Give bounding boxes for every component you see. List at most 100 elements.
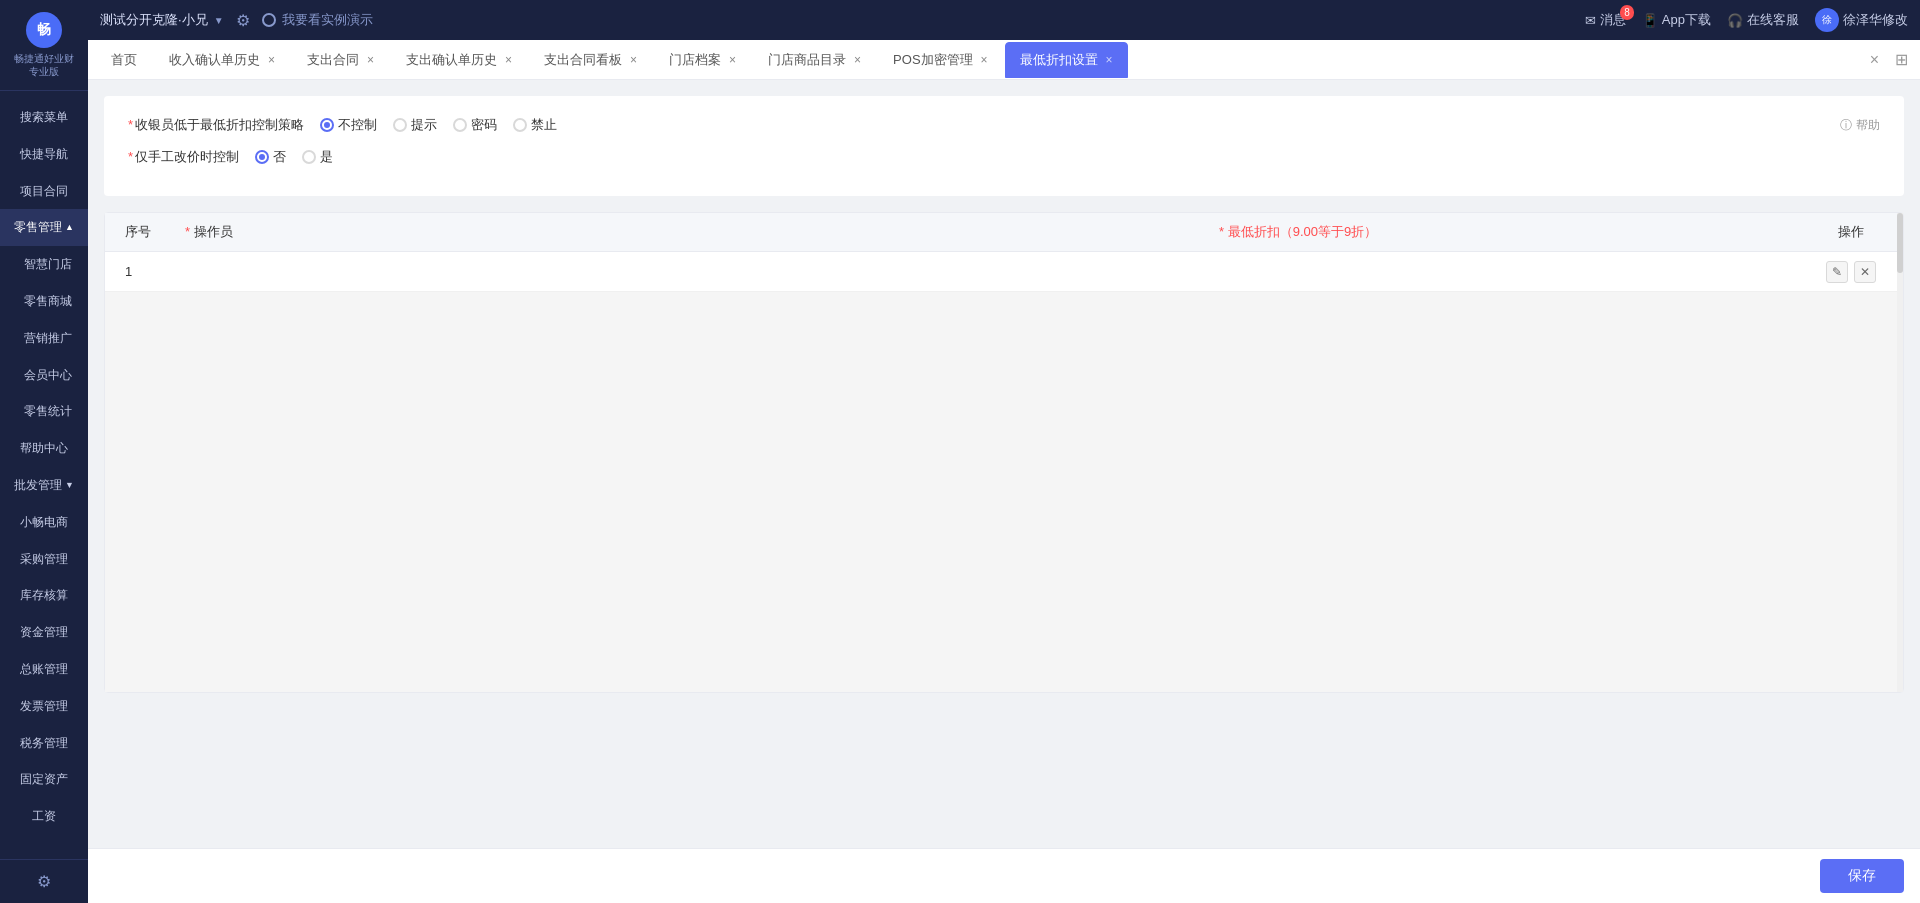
help-button[interactable]: ⓘ 帮助 [1840,117,1880,134]
sidebar-item-purchase[interactable]: 采购管理 [0,541,88,578]
chevron-down-icon: ▲ [65,221,74,234]
radio-no-control-label: 不控制 [338,116,377,134]
sidebar-item-fixed-assets[interactable]: 固定资产 [0,761,88,798]
project-dropdown-icon: ▼ [214,15,224,26]
tab-payment-contract-close[interactable]: × [367,53,374,67]
sidebar-item-project-contract[interactable]: 项目合同 [0,173,88,210]
td-seq: 1 [117,256,177,287]
edit-row-button[interactable]: ✎ [1826,261,1848,283]
sidebar-item-capital[interactable]: 资金管理 [0,614,88,651]
radio-no-control-circle [320,118,334,132]
td-discount [1211,264,1811,280]
sidebar-item-ledger[interactable]: 总账管理 [0,651,88,688]
online-service-label: 在线客服 [1747,11,1799,29]
radio-password-circle [453,118,467,132]
sidebar-item-retail-manage[interactable]: 零售管理 ▲ [0,209,88,246]
sidebar-item-invoice[interactable]: 发票管理 [0,688,88,725]
user-name: 徐泽华修改 [1843,11,1908,29]
tab-store-goods[interactable]: 门店商品目录 × [753,42,876,78]
form-card: *收银员低于最低折扣控制策略 不控制 提示 密码 [104,96,1904,196]
topbar-project[interactable]: 测试分开克隆·小兄 ▼ [100,11,224,29]
radio-manual-no-circle [255,150,269,164]
tab-expand-icon[interactable]: ⊞ [1891,46,1912,73]
radio-no-control[interactable]: 不控制 [320,116,377,134]
tab-pos-manage-close[interactable]: × [981,53,988,67]
tab-payment-confirm-close[interactable]: × [505,53,512,67]
radio-manual-no[interactable]: 否 [255,148,286,166]
radio-manual-no-label: 否 [273,148,286,166]
sidebar-item-ecommerce[interactable]: 小畅电商 [0,504,88,541]
tab-min-discount-close[interactable]: × [1106,53,1113,67]
radio-password[interactable]: 密码 [453,116,497,134]
tab-payment-contract-label: 支出合同 [307,51,359,69]
scroll-track[interactable] [1897,213,1903,692]
app-logo-icon: 畅 [26,12,62,48]
tab-min-discount[interactable]: 最低折扣设置 × [1005,42,1128,78]
sidebar-item-inventory[interactable]: 库存核算 [0,577,88,614]
manual-price-row: *仅手工改价时控制 否 是 [128,148,1880,166]
sidebar-item-retail-stats[interactable]: 零售统计 [0,393,88,430]
message-badge: 8 [1620,5,1634,20]
message-button[interactable]: ✉ 消息 8 [1585,11,1626,29]
tabbar-actions: × ⊞ [1866,46,1912,73]
settings-icon[interactable]: ⚙ [37,873,51,890]
tab-store-file-label: 门店档案 [669,51,721,69]
sidebar-item-search[interactable]: 搜索菜单 [0,99,88,136]
tab-payment-contract[interactable]: 支出合同 × [292,42,389,78]
sidebar-item-salary[interactable]: 工资 [0,798,88,835]
topbar-settings-icon[interactable]: ⚙ [236,11,250,30]
radio-forbid[interactable]: 禁止 [513,116,557,134]
tab-store-file[interactable]: 门店档案 × [654,42,751,78]
sidebar-item-retail-mall[interactable]: 零售商城 [0,283,88,320]
td-action: ✎ ✕ [1811,253,1891,291]
sidebar-item-smart-store[interactable]: 智慧门店 [0,246,88,283]
manual-price-options: 否 是 [255,148,333,166]
demo-link[interactable]: 我要看实例演示 [262,11,373,29]
user-profile[interactable]: 徐 徐泽华修改 [1815,8,1908,32]
tab-payment-board-close[interactable]: × [630,53,637,67]
tab-payment-confirm[interactable]: 支出确认单历史 × [391,42,527,78]
tab-pos-manage-label: POS加密管理 [893,51,972,69]
delete-row-button[interactable]: ✕ [1854,261,1876,283]
tab-min-discount-label: 最低折扣设置 [1020,51,1098,69]
sidebar-item-help-center[interactable]: 帮助中心 [0,430,88,467]
save-button[interactable]: 保存 [1820,859,1904,893]
tab-pos-manage[interactable]: POS加密管理 × [878,42,1002,78]
radio-manual-yes[interactable]: 是 [302,148,333,166]
message-icon: ✉ [1585,13,1596,28]
app-download-label: App下载 [1662,11,1711,29]
help-label: 帮助 [1856,117,1880,134]
topbar: 测试分开克隆·小兄 ▼ ⚙ 我要看实例演示 ✉ 消息 8 📱 App下载 🎧 在… [88,0,1920,40]
tab-income-confirm-label: 收入确认单历史 [169,51,260,69]
sidebar-item-tax[interactable]: 税务管理 [0,725,88,762]
tab-close-icon[interactable]: × [1866,47,1883,73]
sidebar-item-quick-nav[interactable]: 快捷导航 [0,136,88,173]
topbar-right: ✉ 消息 8 📱 App下载 🎧 在线客服 徐 徐泽华修改 [1585,8,1908,32]
app-download-button[interactable]: 📱 App下载 [1642,11,1711,29]
tab-payment-board[interactable]: 支出合同看板 × [529,42,652,78]
th-action: 操作 [1811,213,1891,251]
radio-password-label: 密码 [471,116,497,134]
sidebar-item-batch-manage[interactable]: 批发管理 ▼ [0,467,88,504]
discount-policy-options: 不控制 提示 密码 禁止 [320,116,557,134]
tab-income-confirm-close[interactable]: × [268,53,275,67]
scroll-thumb[interactable] [1897,213,1903,273]
headset-icon: 🎧 [1727,13,1743,28]
tab-store-goods-label: 门店商品目录 [768,51,846,69]
content-footer: 保存 [88,848,1920,903]
radio-manual-yes-circle [302,150,316,164]
th-discount: * 最低折扣（9.00等于9折） [1211,213,1811,251]
tab-home[interactable]: 首页 [96,42,152,78]
main-area: 测试分开克隆·小兄 ▼ ⚙ 我要看实例演示 ✉ 消息 8 📱 App下载 🎧 在… [88,0,1920,903]
tab-store-file-close[interactable]: × [729,53,736,67]
help-icon: ⓘ [1840,117,1852,134]
sidebar-item-member-center[interactable]: 会员中心 [0,357,88,394]
sidebar-bottom: ⚙ [0,859,88,903]
online-service-button[interactable]: 🎧 在线客服 [1727,11,1799,29]
sidebar-item-marketing[interactable]: 营销推广 [0,320,88,357]
radio-remind[interactable]: 提示 [393,116,437,134]
tab-store-goods-close[interactable]: × [854,53,861,67]
table-body: 1 ✎ ✕ [105,252,1903,292]
tab-income-confirm[interactable]: 收入确认单历史 × [154,42,290,78]
tab-payment-board-label: 支出合同看板 [544,51,622,69]
